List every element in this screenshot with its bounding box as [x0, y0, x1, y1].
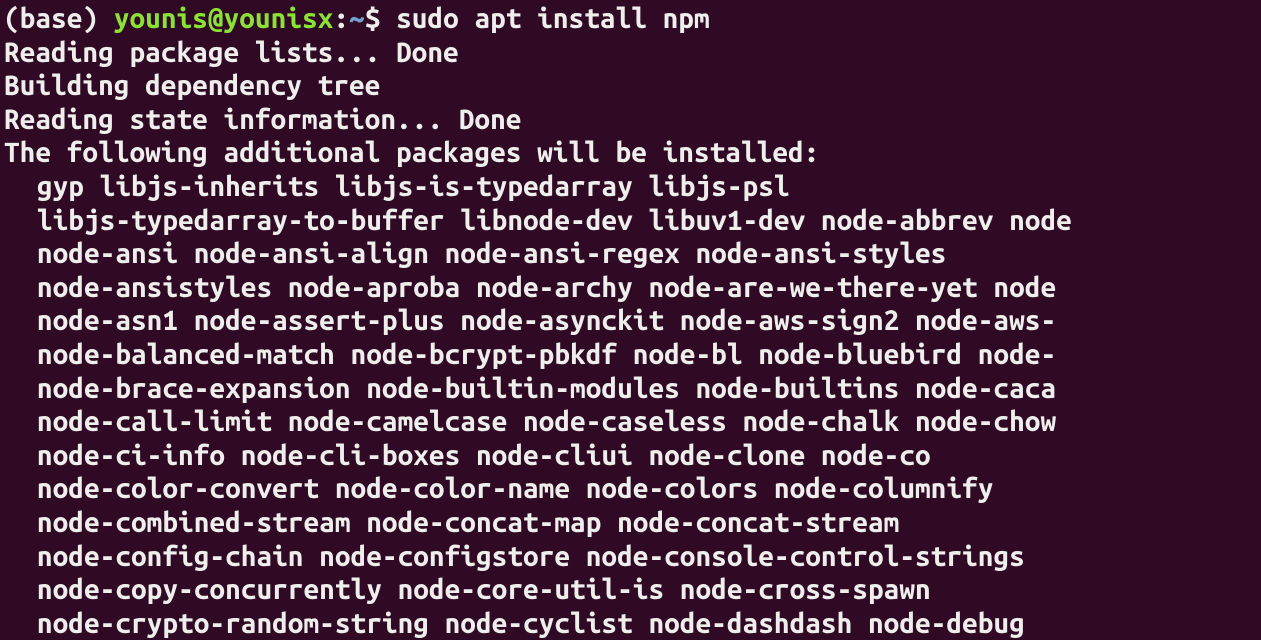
package-line: node-balanced-match node-bcrypt-pbkdf no… [4, 338, 1257, 372]
command-text: sudo apt install npm [396, 3, 710, 34]
prompt-env: (base) [4, 3, 98, 34]
package-line: libjs-typedarray-to-buffer libnode-dev l… [4, 204, 1257, 238]
package-line: node-call-limit node-camelcase node-case… [4, 405, 1257, 439]
prompt-line: (base) younis@younisx:~$ sudo apt instal… [4, 2, 1257, 36]
package-line: node-combined-stream node-concat-map nod… [4, 506, 1257, 540]
package-line: gyp libjs-inherits libjs-is-typedarray l… [4, 170, 1257, 204]
output-line: Reading package lists... Done [4, 36, 1257, 70]
output-line: Reading state information... Done [4, 103, 1257, 137]
prompt-dollar: $ [365, 3, 381, 34]
prompt-user-host: younis@younisx [114, 3, 334, 34]
output-line: Building dependency tree [4, 69, 1257, 103]
package-line: node-ansistyles node-aproba node-archy n… [4, 271, 1257, 305]
package-line: node-brace-expansion node-builtin-module… [4, 372, 1257, 406]
package-line: node-asn1 node-assert-plus node-asynckit… [4, 304, 1257, 338]
package-line: node-config-chain node-configstore node-… [4, 540, 1257, 574]
prompt-path: ~ [349, 3, 365, 34]
package-line: node-ci-info node-cli-boxes node-cliui n… [4, 439, 1257, 473]
terminal-output[interactable]: (base) younis@younisx:~$ sudo apt instal… [4, 2, 1257, 640]
package-line: node-ansi node-ansi-align node-ansi-rege… [4, 237, 1257, 271]
package-line: node-crypto-random-string node-cyclist n… [4, 607, 1257, 640]
prompt-sep: : [333, 3, 349, 34]
package-line: node-copy-concurrently node-core-util-is… [4, 573, 1257, 607]
package-line: node-color-convert node-color-name node-… [4, 472, 1257, 506]
output-line: The following additional packages will b… [4, 136, 1257, 170]
